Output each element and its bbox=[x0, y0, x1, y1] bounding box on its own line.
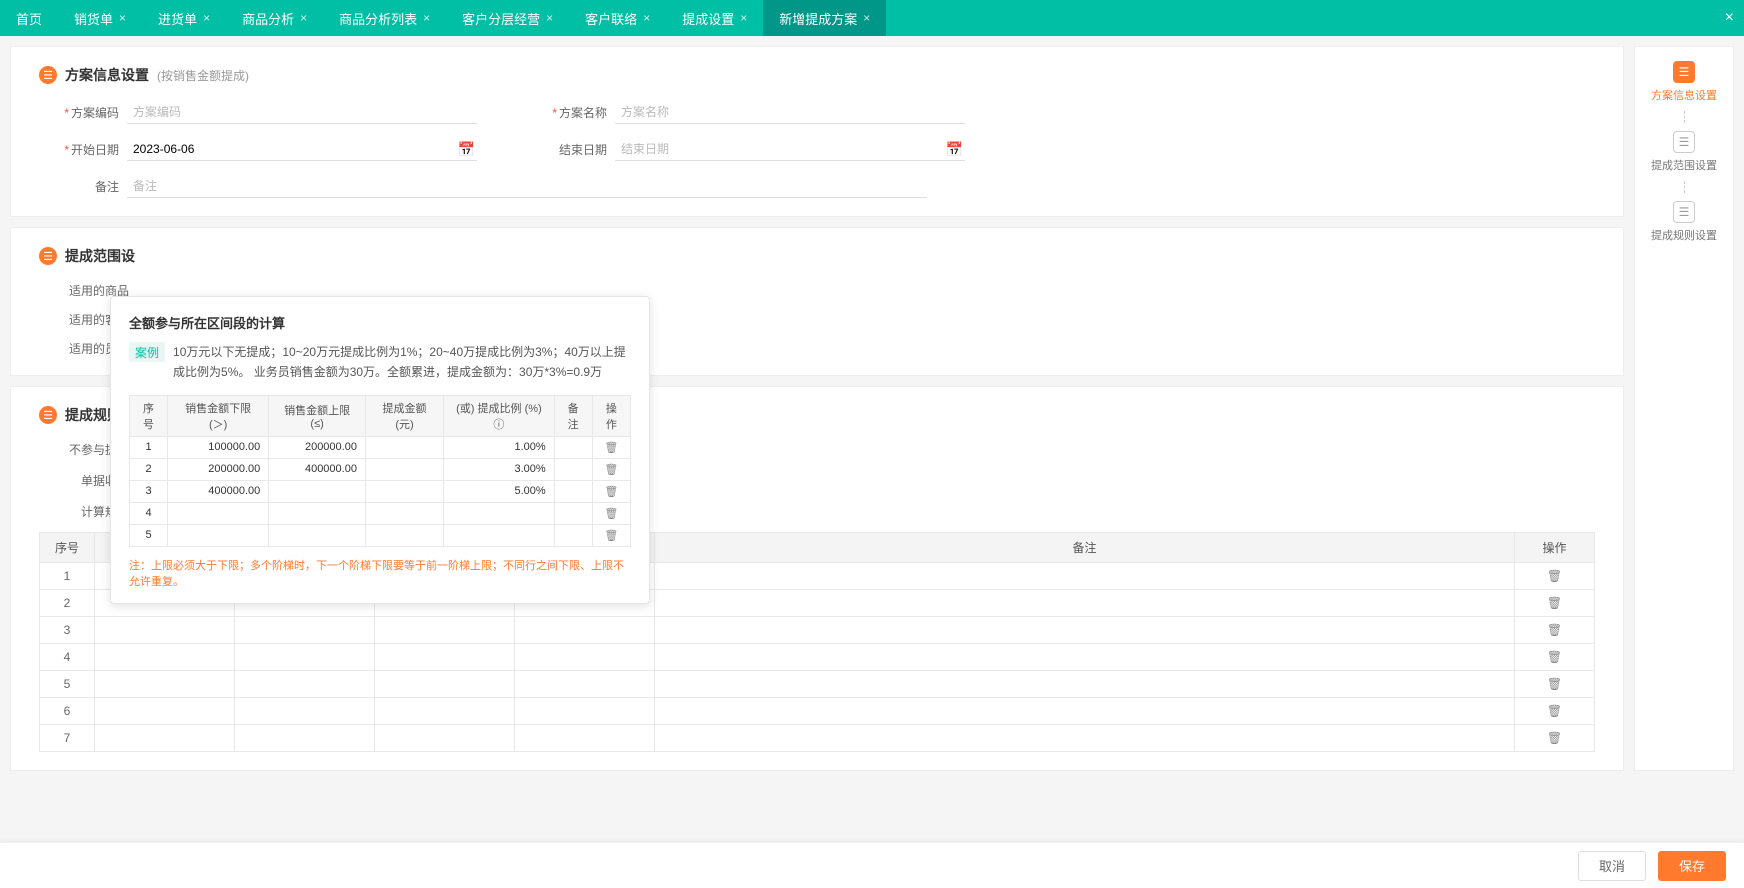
section-icon: ☰ bbox=[39, 66, 57, 84]
save-button[interactable]: 保存 bbox=[1658, 851, 1726, 881]
table-row[interactable]: 4🗑 bbox=[40, 644, 1595, 671]
delete-icon[interactable]: 🗑 bbox=[1547, 731, 1562, 745]
tab-product-analysis[interactable]: 商品分析× bbox=[226, 0, 323, 36]
table-row: 4🗑 bbox=[130, 502, 631, 524]
table-row: 5🗑 bbox=[130, 524, 631, 546]
close-all-tabs-icon[interactable]: × bbox=[1725, 9, 1734, 27]
section-icon: ☰ bbox=[39, 406, 57, 424]
tab-home[interactable]: 首页 bbox=[0, 0, 58, 36]
popover-note: 注：上限必须大于下限；多个阶梯时，下一个阶梯下限要等于前一阶梯上限；不同行之间下… bbox=[129, 557, 631, 589]
label-start-date: *开始日期 bbox=[49, 141, 119, 158]
example-popover: 全额参与所在区间段的计算 案例 10万元以下无提成；10~20万元提成比例为1%… bbox=[110, 296, 650, 604]
nav-icon: ☰ bbox=[1673, 131, 1695, 153]
table-row: 1100000.00200000.001.00%🗑 bbox=[130, 436, 631, 458]
table-row[interactable]: 5🗑 bbox=[40, 671, 1595, 698]
example-tag: 案例 bbox=[129, 342, 165, 362]
tab-sales-order[interactable]: 销货单× bbox=[58, 0, 142, 36]
nav-step-rule[interactable]: ☰ 提成规则设置 bbox=[1651, 201, 1717, 243]
table-row[interactable]: 6🗑 bbox=[40, 698, 1595, 725]
close-icon[interactable]: × bbox=[203, 11, 210, 25]
example-table: 序号 销售金额下限 (＞) 销售金额上限 (≤) 提成金额 (元) (或) 提成… bbox=[129, 395, 631, 547]
delete-icon[interactable]: 🗑 bbox=[1547, 677, 1562, 691]
th-action: 操作 bbox=[1515, 533, 1595, 563]
footer-bar: 取消 保存 bbox=[0, 842, 1744, 888]
tab-product-analysis-list[interactable]: 商品分析列表× bbox=[323, 0, 446, 36]
close-icon[interactable]: × bbox=[863, 11, 870, 25]
close-icon[interactable]: × bbox=[643, 11, 650, 25]
tab-new-commission-plan[interactable]: 新增提成方案× bbox=[763, 0, 886, 36]
delete-icon[interactable]: 🗑 bbox=[1547, 569, 1562, 583]
panel-title: 提成范围设 bbox=[65, 246, 135, 266]
tab-customer-tier[interactable]: 客户分层经营× bbox=[446, 0, 569, 36]
popover-title: 全额参与所在区间段的计算 bbox=[129, 313, 631, 332]
tab-customer-contact[interactable]: 客户联络× bbox=[569, 0, 666, 36]
nav-icon: ☰ bbox=[1673, 201, 1695, 223]
input-plan-name[interactable] bbox=[615, 101, 965, 124]
delete-icon[interactable]: 🗑 bbox=[604, 442, 618, 454]
delete-icon[interactable]: 🗑 bbox=[604, 508, 618, 520]
anchor-nav: ☰ 方案信息设置 ☰ 提成范围设置 ☰ 提成规则设置 bbox=[1634, 46, 1734, 771]
close-icon[interactable]: × bbox=[300, 11, 307, 25]
table-row: 3400000.005.00%🗑 bbox=[130, 480, 631, 502]
input-start-date[interactable] bbox=[127, 138, 477, 161]
input-end-date[interactable] bbox=[615, 138, 965, 161]
delete-icon[interactable]: 🗑 bbox=[1547, 704, 1562, 718]
panel-subtitle: (按销售金额提成) bbox=[157, 67, 249, 84]
label-plan-code: *方案编码 bbox=[49, 104, 119, 121]
delete-icon[interactable]: 🗑 bbox=[604, 530, 618, 542]
delete-icon[interactable]: 🗑 bbox=[1547, 650, 1562, 664]
close-icon[interactable]: × bbox=[423, 11, 430, 25]
panel-title: 方案信息设置 bbox=[65, 65, 149, 85]
delete-icon[interactable]: 🗑 bbox=[1547, 596, 1562, 610]
nav-step-info[interactable]: ☰ 方案信息设置 bbox=[1651, 61, 1717, 103]
input-remark[interactable] bbox=[127, 175, 927, 198]
close-icon[interactable]: × bbox=[546, 11, 553, 25]
nav-step-scope[interactable]: ☰ 提成范围设置 bbox=[1651, 131, 1717, 173]
tab-purchase-order[interactable]: 进货单× bbox=[142, 0, 226, 36]
label-plan-name: *方案名称 bbox=[537, 104, 607, 121]
delete-icon[interactable]: 🗑 bbox=[604, 486, 618, 498]
nav-icon: ☰ bbox=[1673, 61, 1695, 83]
example-text: 10万元以下无提成；10~20万元提成比例为1%；20~40万提成比例为3%；4… bbox=[173, 342, 631, 383]
close-icon[interactable]: × bbox=[740, 11, 747, 25]
section-icon: ☰ bbox=[39, 247, 57, 265]
input-plan-code[interactable] bbox=[127, 101, 477, 124]
close-icon[interactable]: × bbox=[119, 11, 126, 25]
label-end-date: 结束日期 bbox=[537, 141, 607, 158]
tabs-bar: 首页 销货单× 进货单× 商品分析× 商品分析列表× 客户分层经营× 客户联络×… bbox=[0, 0, 1744, 36]
table-row[interactable]: 7🗑 bbox=[40, 725, 1595, 752]
cancel-button[interactable]: 取消 bbox=[1578, 851, 1646, 881]
th-remark: 备注 bbox=[655, 533, 1515, 563]
delete-icon[interactable]: 🗑 bbox=[604, 464, 618, 476]
delete-icon[interactable]: 🗑 bbox=[1547, 623, 1562, 637]
table-row: 2200000.00400000.003.00%🗑 bbox=[130, 458, 631, 480]
tab-commission-settings[interactable]: 提成设置× bbox=[666, 0, 763, 36]
panel-plan-info: ☰ 方案信息设置 (按销售金额提成) *方案编码 *方案名称 bbox=[10, 46, 1624, 217]
label-remark: 备注 bbox=[49, 178, 119, 195]
th-idx: 序号 bbox=[40, 533, 95, 563]
table-row[interactable]: 3🗑 bbox=[40, 617, 1595, 644]
